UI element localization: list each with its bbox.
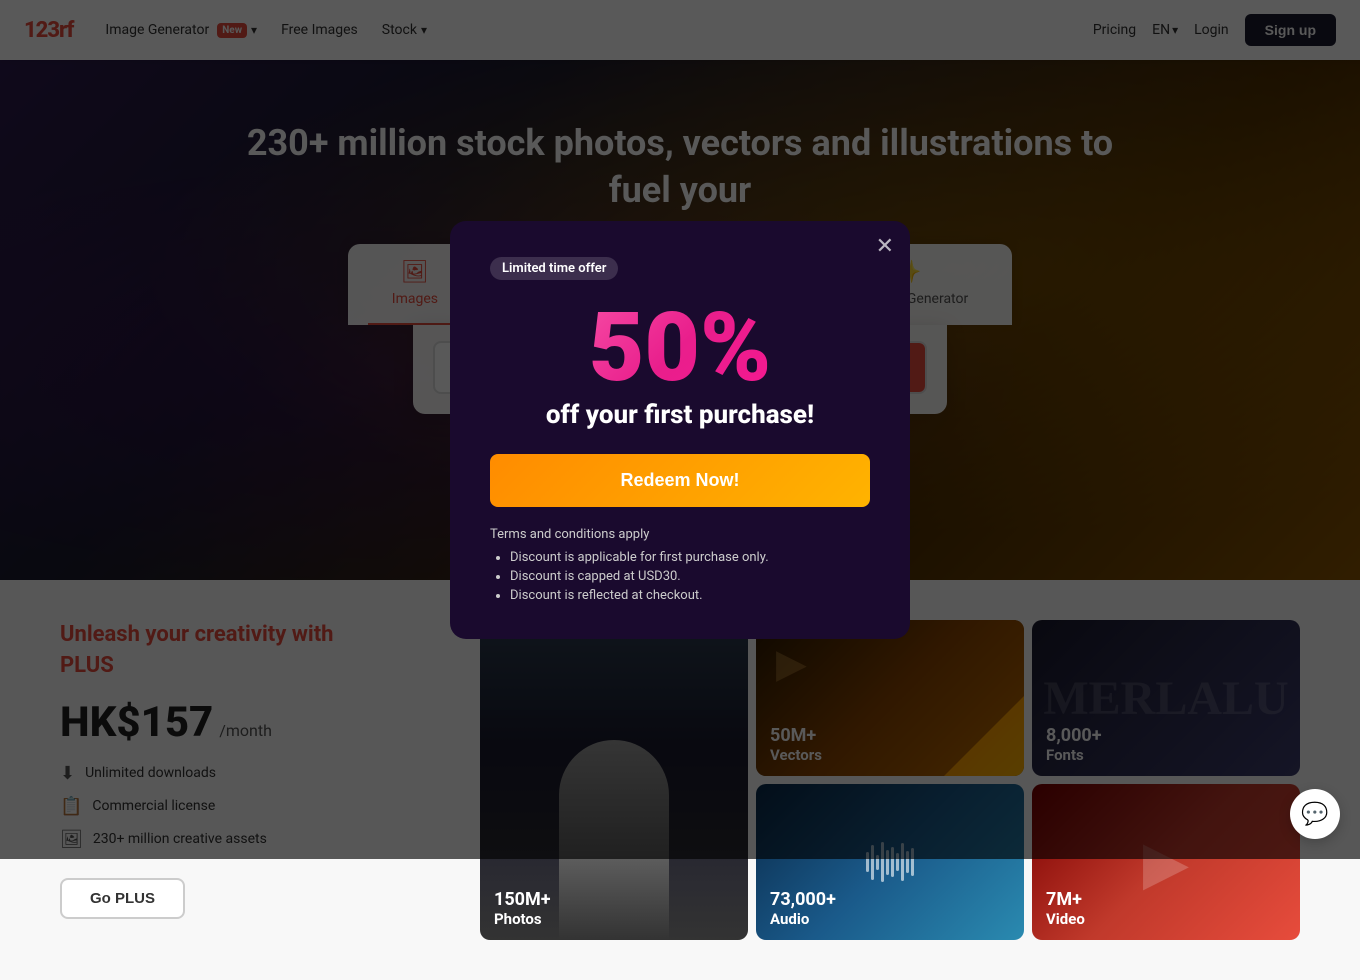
chat-bubble[interactable]: 💬 xyxy=(1290,789,1340,839)
terms-item-1: Discount is applicable for first purchas… xyxy=(510,550,870,565)
audio-label: 73,000+ Audio xyxy=(770,889,836,928)
terms-item-2: Discount is capped at USD30. xyxy=(510,569,870,584)
promo-modal: ✕ Limited time offer 50% off your first … xyxy=(450,221,910,639)
discount-percent: 50% xyxy=(490,300,870,396)
go-plus-button[interactable]: Go PLUS xyxy=(60,878,185,919)
chat-icon: 💬 xyxy=(1301,802,1328,827)
video-label: 7M+ Video xyxy=(1046,889,1085,928)
terms-list: Discount is applicable for first purchas… xyxy=(490,550,870,603)
modal-overlay[interactable]: ✕ Limited time offer 50% off your first … xyxy=(0,0,1360,859)
redeem-button[interactable]: Redeem Now! xyxy=(490,454,870,507)
terms-item-3: Discount is reflected at checkout. xyxy=(510,588,870,603)
photos-label: 150M+ Photos xyxy=(494,889,551,928)
discount-text: off your first purchase! xyxy=(490,400,870,430)
terms-title: Terms and conditions apply xyxy=(490,527,870,542)
modal-close-button[interactable]: ✕ xyxy=(876,235,894,257)
